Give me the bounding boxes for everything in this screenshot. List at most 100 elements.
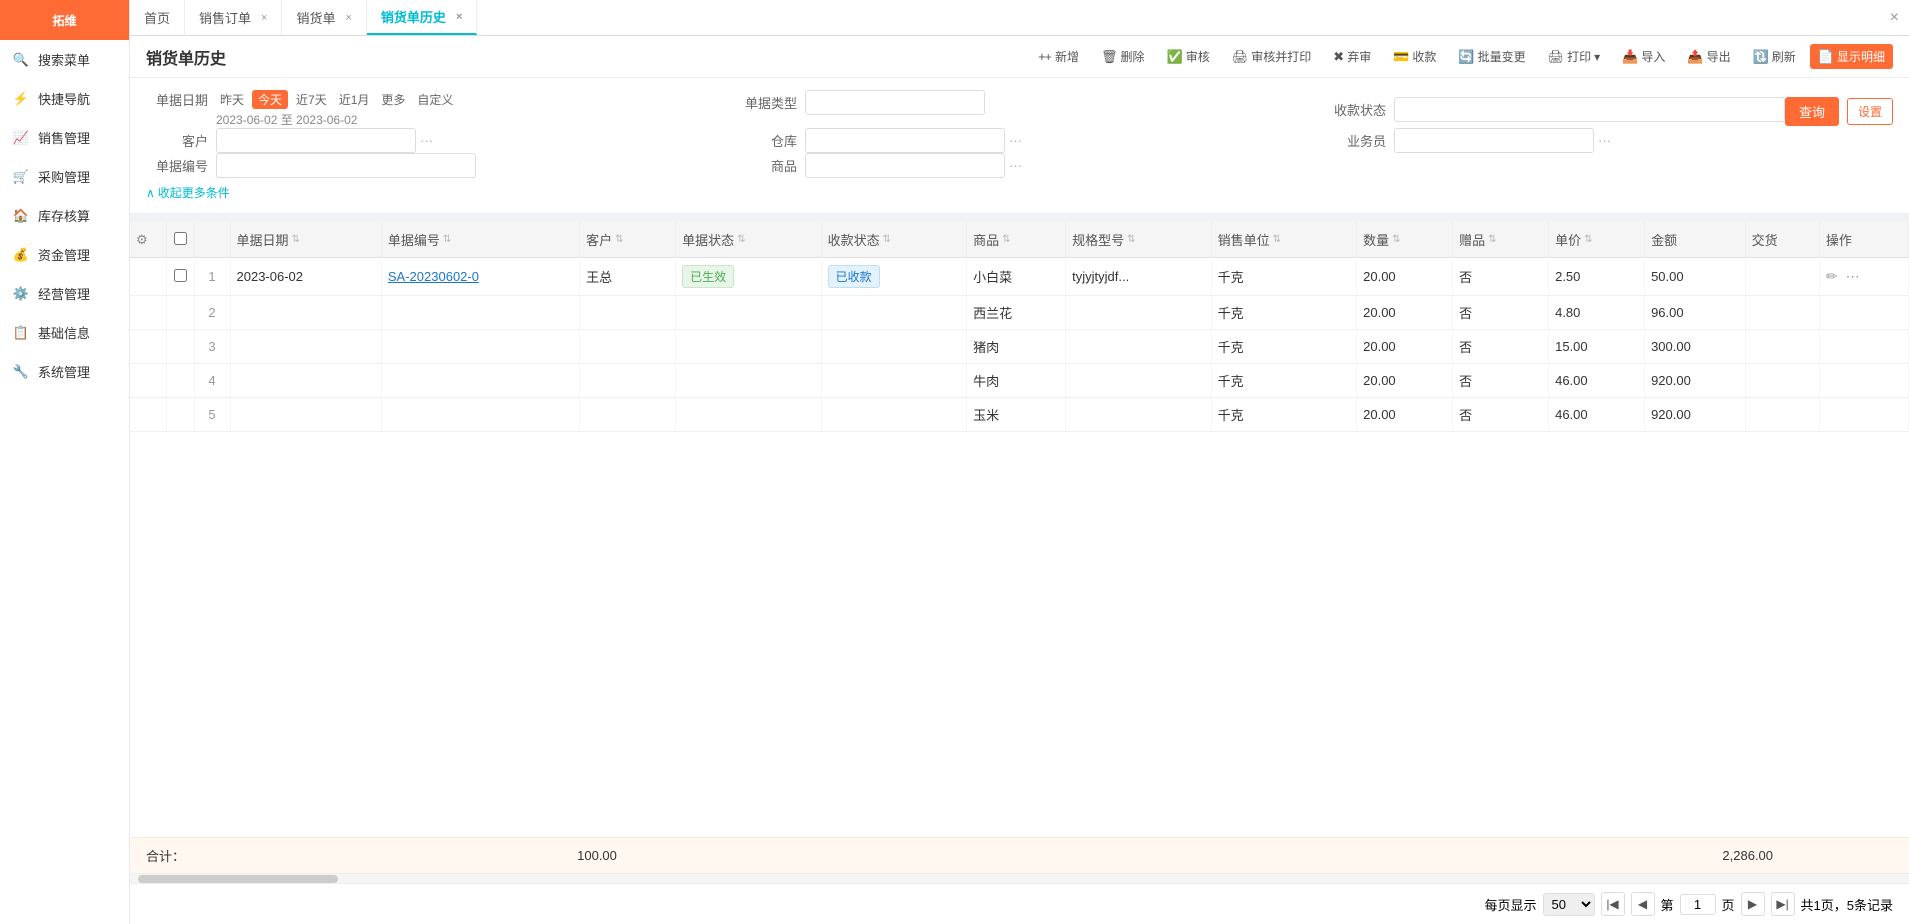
shortcut-7days[interactable]: 近7天 xyxy=(292,90,331,109)
shortcut-yesterday[interactable]: 昨天 xyxy=(216,90,248,109)
customer-sort-icon[interactable]: ⇅ xyxy=(615,234,623,245)
more-icon[interactable]: ⋯ xyxy=(1846,268,1860,285)
cell-unit: 千克 xyxy=(1211,364,1357,398)
shortcut-today[interactable]: 今天 xyxy=(252,90,288,109)
sidebar-item-sales-mgmt[interactable]: 📈 销售管理 xyxy=(0,118,129,157)
cell-settings xyxy=(130,258,166,296)
tab-home[interactable]: 首页 xyxy=(130,0,185,35)
col-num-header xyxy=(194,222,230,258)
cell-qty: 20.00 xyxy=(1357,258,1453,296)
sidebar-item-label: 资金管理 xyxy=(38,245,90,264)
payment-select[interactable] xyxy=(1394,97,1785,122)
sidebar-item-purchase-mgmt[interactable]: 🛒 采购管理 xyxy=(0,157,129,196)
cell-action xyxy=(1819,364,1908,398)
collect-button[interactable]: 💳 收款 xyxy=(1385,44,1444,69)
tab-bar-close[interactable]: × xyxy=(1890,9,1909,27)
refresh-button[interactable]: 🔃 刷新 xyxy=(1745,44,1804,69)
salesperson-dots[interactable]: ··· xyxy=(1598,133,1611,148)
batch-change-button[interactable]: 🔄 批量变更 xyxy=(1450,44,1533,69)
tab-sales-order-close[interactable]: × xyxy=(261,12,267,24)
print-button[interactable]: 🖨 打印 ▾ xyxy=(1540,44,1609,69)
order-no-link[interactable]: SA-20230602-0 xyxy=(388,269,479,284)
table-row: 5 玉米 千克 20.00 否 46.00 920.00 xyxy=(130,398,1909,432)
goods-input[interactable] xyxy=(805,153,1005,178)
page-title: 销货单历史 xyxy=(146,45,226,69)
orderno-sort-icon[interactable]: ⇅ xyxy=(443,234,451,245)
collapse-button[interactable]: ∧ 收起更多条件 xyxy=(146,184,1893,205)
horizontal-scrollbar[interactable] xyxy=(130,873,1909,883)
warehouse-input[interactable] xyxy=(805,128,1005,153)
shortcut-more[interactable]: 更多 xyxy=(377,90,409,109)
query-button[interactable]: 查询 xyxy=(1785,97,1839,126)
import-button[interactable]: 📥 导入 xyxy=(1614,44,1673,69)
cell-payment-status xyxy=(821,364,967,398)
cell-trade xyxy=(1745,398,1819,432)
last-page-button[interactable]: ▶| xyxy=(1771,892,1795,916)
price-sort-icon[interactable]: ⇅ xyxy=(1584,234,1592,245)
delete-button[interactable]: 🗑 删除 xyxy=(1093,44,1153,69)
settings-button[interactable]: 设置 xyxy=(1847,98,1893,125)
audit-button[interactable]: ✅ 审核 xyxy=(1159,44,1218,69)
tab-sales-goods-close[interactable]: × xyxy=(345,12,351,24)
cell-action xyxy=(1819,296,1908,330)
type-select[interactable] xyxy=(805,90,985,115)
cell-trade xyxy=(1745,364,1819,398)
audit-print-button[interactable]: 🖨 审核并打印 xyxy=(1224,44,1320,69)
date-sort-icon[interactable]: ⇅ xyxy=(292,234,300,245)
orderno-input[interactable] xyxy=(216,153,476,178)
first-page-button[interactable]: |◀ xyxy=(1601,892,1625,916)
payment-status-sort-icon[interactable]: ⇅ xyxy=(883,234,891,245)
col-qty-header: 数量 ⇅ xyxy=(1357,222,1453,258)
order-status-sort-icon[interactable]: ⇅ xyxy=(737,234,745,245)
cell-orderno: SA-20230602-0 xyxy=(381,258,579,296)
cell-orderno xyxy=(381,364,579,398)
new-button[interactable]: + + 新增 xyxy=(1030,44,1087,69)
export-button[interactable]: 📤 导出 xyxy=(1679,44,1738,69)
date-shortcuts: 昨天 今天 近7天 近1月 更多 自定义 xyxy=(216,90,457,109)
goods-sort-icon[interactable]: ⇅ xyxy=(1002,234,1010,245)
cell-spec: tyjyjtyjdf... xyxy=(1066,258,1212,296)
cell-goods: 小白菜 xyxy=(967,258,1066,296)
page-size-select[interactable]: 20 50 100 xyxy=(1543,893,1595,916)
cell-trade xyxy=(1745,330,1819,364)
page-number-input[interactable] xyxy=(1680,894,1716,915)
customer-dots[interactable]: ··· xyxy=(420,133,433,148)
spec-sort-icon[interactable]: ⇅ xyxy=(1127,234,1135,245)
tab-sales-goods[interactable]: 销货单 × xyxy=(282,0,366,35)
row-checkbox[interactable] xyxy=(174,269,187,282)
prev-page-button[interactable]: ◀ xyxy=(1631,892,1655,916)
gear-icon: ⚙️ xyxy=(12,285,30,303)
money-icon: 💰 xyxy=(12,246,30,264)
qty-sort-icon[interactable]: ⇅ xyxy=(1392,234,1400,245)
sidebar-item-label: 基础信息 xyxy=(38,323,90,342)
sidebar-item-quick-nav[interactable]: ⚡ 快捷导航 xyxy=(0,79,129,118)
salesperson-input[interactable] xyxy=(1394,128,1594,153)
shortcut-1month[interactable]: 近1月 xyxy=(335,90,374,109)
edit-icon[interactable]: ✏ xyxy=(1826,268,1838,285)
customer-input[interactable] xyxy=(216,128,416,153)
tab-sales-history[interactable]: 销货单历史 × xyxy=(367,0,477,35)
sidebar-item-finance-mgmt[interactable]: 💰 资金管理 xyxy=(0,235,129,274)
shortcut-custom[interactable]: 自定义 xyxy=(413,90,457,109)
unit-sort-icon[interactable]: ⇅ xyxy=(1273,234,1281,245)
sidebar-item-ops-mgmt[interactable]: ⚙️ 经营管理 xyxy=(0,274,129,313)
sidebar-item-basic-info[interactable]: 📋 基础信息 xyxy=(0,313,129,352)
gift-sort-icon[interactable]: ⇅ xyxy=(1488,234,1496,245)
tab-sales-history-close[interactable]: × xyxy=(456,11,462,23)
sidebar-item-label: 采购管理 xyxy=(38,167,90,186)
tab-sales-order[interactable]: 销售订单 × xyxy=(185,0,282,35)
warehouse-dots[interactable]: ··· xyxy=(1009,133,1022,148)
cell-customer xyxy=(580,364,676,398)
filter-type-cell: 单据类型 xyxy=(735,90,1304,128)
goods-dots[interactable]: ··· xyxy=(1009,158,1022,173)
col-unit-header: 销售单位 ⇅ xyxy=(1211,222,1357,258)
abandon-button[interactable]: ✖ 弃审 xyxy=(1325,44,1379,69)
select-all-checkbox[interactable] xyxy=(174,232,187,245)
sidebar-item-inventory[interactable]: 🏠 库存核算 xyxy=(0,196,129,235)
table-settings-icon[interactable]: ⚙ xyxy=(136,232,148,247)
next-page-button[interactable]: ▶ xyxy=(1741,892,1765,916)
cell-num: 2 xyxy=(194,296,230,330)
sidebar-item-system-mgmt[interactable]: 🔧 系统管理 xyxy=(0,352,129,391)
display-detail-button[interactable]: 📄 显示明细 xyxy=(1810,44,1893,69)
sidebar-item-search-menu[interactable]: 🔍 搜索菜单 xyxy=(0,40,129,79)
